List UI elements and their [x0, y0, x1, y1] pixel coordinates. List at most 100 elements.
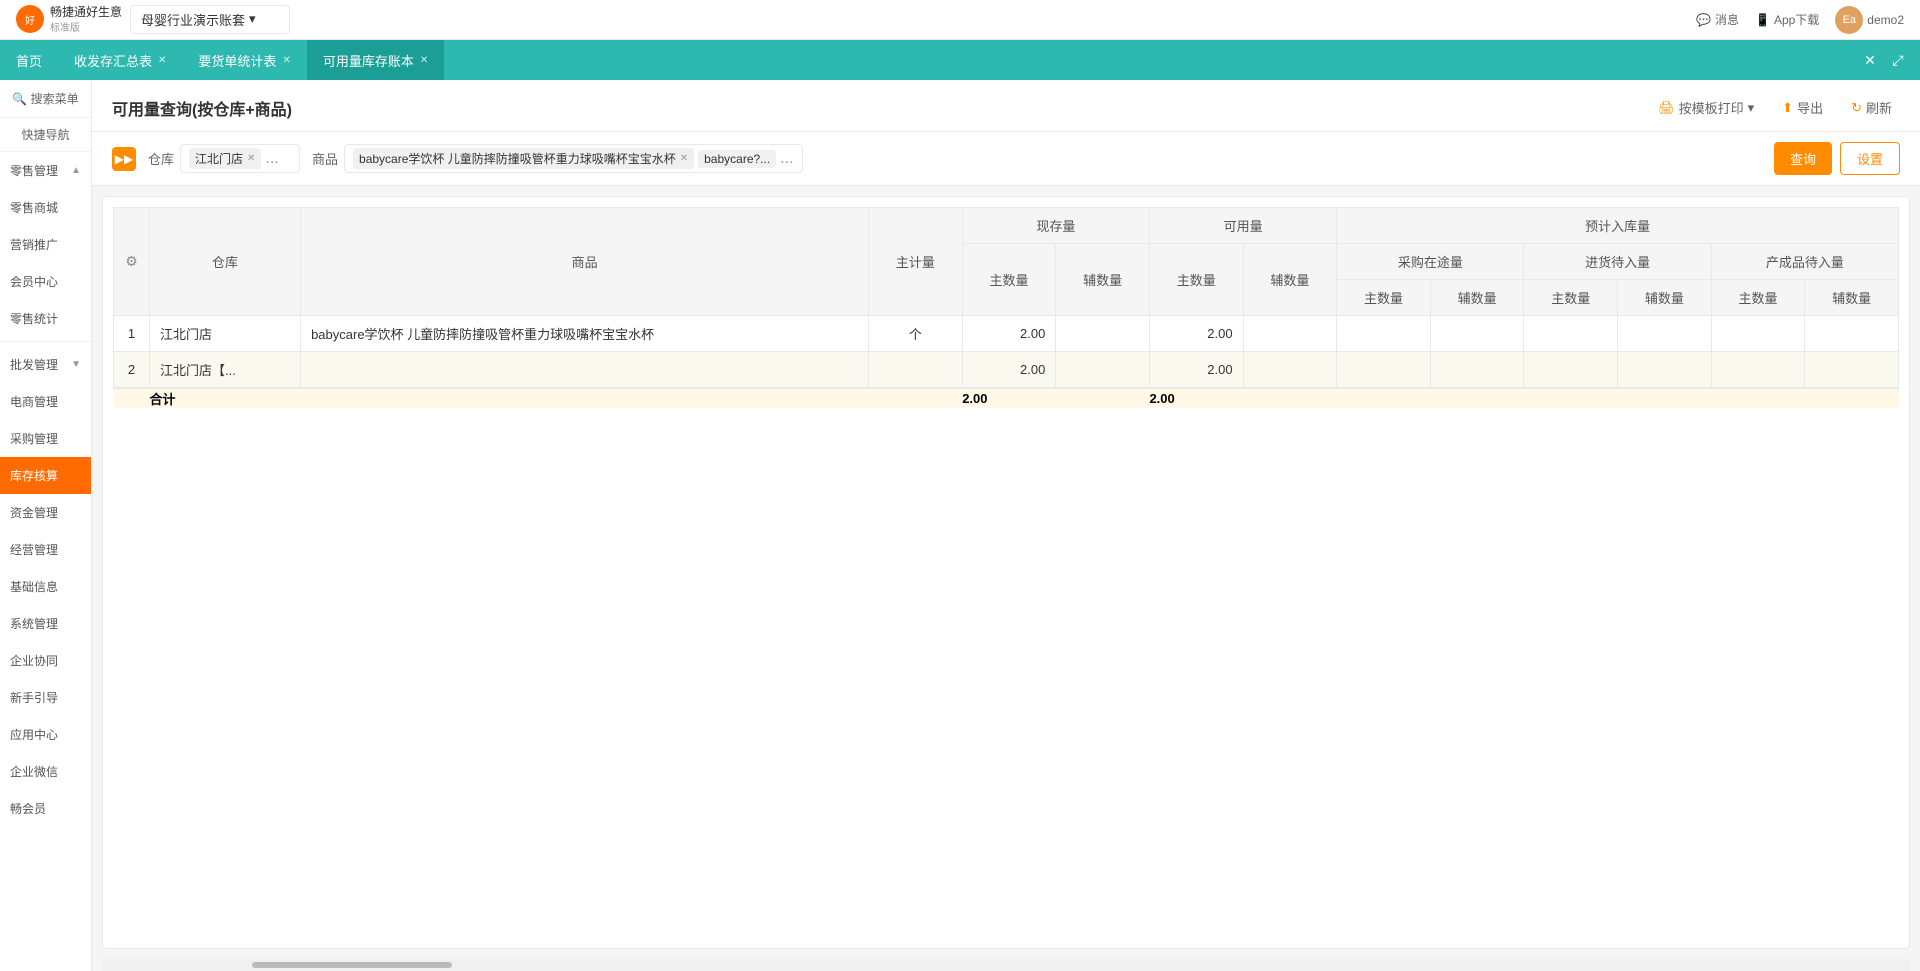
dropdown-arrow: ▾: [249, 11, 256, 27]
sidebar-item-new-guide[interactable]: 新手引导: [0, 679, 91, 716]
row2-unit: [869, 352, 963, 389]
product-tag1-text: babycare学饮杯 儿童防摔防撞吸管杯重力球吸嘴杯宝宝水杯: [359, 150, 676, 167]
sidebar-item-finance[interactable]: 资金管理: [0, 494, 91, 531]
sidebar-item-member2[interactable]: 畅会员: [0, 790, 91, 827]
app-label: App下载: [1774, 11, 1819, 28]
avatar: Ea: [1835, 6, 1863, 34]
sidebar-item-app-center[interactable]: 应用中心: [0, 716, 91, 753]
scroll-thumb[interactable]: [252, 962, 452, 968]
row1-avail-main: 2.00: [1149, 316, 1243, 352]
search-icon: 🔍: [12, 92, 27, 106]
fullscreen-btn[interactable]: ⤢: [1886, 48, 1910, 72]
sidebar-label-app-center: 应用中心: [10, 726, 58, 743]
purchase-transit-header: 采购在途量: [1337, 244, 1524, 280]
sidebar-search[interactable]: 🔍 搜索菜单: [0, 80, 91, 118]
tab-inventory-label: 可用量库存账本: [323, 51, 414, 70]
sidebar-item-zero-retail-mgmt[interactable]: 零售管理 ▲: [0, 152, 91, 189]
warehouse-filter: 仓库 江北门店 ✕ ...: [148, 144, 300, 173]
row2-stock-aux: [1056, 352, 1150, 389]
warehouse-tags[interactable]: 江北门店 ✕ ...: [180, 144, 300, 173]
product-tag2: babycare?...: [698, 150, 776, 168]
chevron-down-icon: ▼: [71, 359, 81, 370]
sidebar-item-zero-retail-shop[interactable]: 零售商城: [0, 189, 91, 226]
product-tag1-close[interactable]: ✕: [680, 153, 688, 164]
sidebar-item-sys-mgmt[interactable]: 系统管理: [0, 605, 91, 642]
tab-inventory-close[interactable]: ✕: [420, 55, 428, 66]
tab-income-close[interactable]: ✕: [158, 55, 166, 66]
gear-header[interactable]: ⚙: [114, 208, 150, 316]
filter-actions: 查询 设置: [1774, 142, 1900, 175]
row2-warehouse: 江北门店【...: [150, 352, 301, 389]
finished-pending-aux: 辅数量: [1805, 280, 1899, 316]
close-all-btn[interactable]: ✕: [1858, 48, 1882, 72]
row2-fp-aux: [1805, 352, 1899, 389]
tab-income[interactable]: 收发存汇总表 ✕: [58, 40, 182, 80]
message-icon: 💬: [1696, 13, 1711, 27]
settings-btn[interactable]: 设置: [1840, 142, 1900, 175]
row1-no: 1: [114, 316, 150, 352]
row1-ip-main: [1524, 316, 1618, 352]
current-stock-header: 现存量: [962, 208, 1149, 244]
main-layout: 🔍 搜索菜单 快捷导航 零售管理 ▲ 零售商城 营销推广 会员中心 零售统计 批…: [0, 80, 1920, 971]
row2-avail-aux: [1243, 352, 1337, 389]
warehouse-more[interactable]: ...: [265, 150, 278, 168]
unit-header: 主计量: [869, 208, 963, 316]
company-select[interactable]: 母婴行业演示账套 ▾: [130, 5, 290, 34]
app-download-action[interactable]: 📱 App下载: [1755, 11, 1819, 28]
sidebar-item-purchase[interactable]: 采购管理: [0, 420, 91, 457]
sidebar-item-base-info[interactable]: 基础信息: [0, 568, 91, 605]
sidebar-item-member[interactable]: 会员中心: [0, 263, 91, 300]
tab-home[interactable]: 首页: [0, 40, 58, 80]
sidebar-label-sys-mgmt: 系统管理: [10, 615, 58, 632]
scroll-bar[interactable]: [102, 959, 1910, 971]
sidebar-item-marketing[interactable]: 营销推广: [0, 226, 91, 263]
refresh-label: 刷新: [1866, 98, 1892, 117]
table-row: 1 江北门店 babycare学饮杯 儿童防摔防撞吸管杯重力球吸嘴杯宝宝水杯 个…: [114, 316, 1899, 352]
total-blank2: [301, 388, 869, 408]
sidebar-item-enterprise-wechat[interactable]: 企业微信: [0, 753, 91, 790]
sidebar-item-retail-stats[interactable]: 零售统计: [0, 300, 91, 337]
table-header-row1: ⚙ 仓库 商品 主计量 现存量: [114, 208, 1899, 244]
sidebar-label-retail-stats: 零售统计: [10, 310, 58, 327]
product-filter: 商品 babycare学饮杯 儿童防摔防撞吸管杯重力球吸嘴杯宝宝水杯 ✕ bab…: [312, 144, 803, 173]
sidebar-label-inventory-check: 库存核算: [10, 467, 58, 484]
tab-inventory[interactable]: 可用量库存账本 ✕: [307, 40, 444, 80]
total-blank1: [114, 388, 150, 408]
sidebar-item-wholesale-mgmt[interactable]: 批发管理 ▼: [0, 346, 91, 383]
row1-unit: 个: [869, 316, 963, 352]
warehouse-tag-close[interactable]: ✕: [247, 153, 255, 164]
sidebar-item-operations[interactable]: 经营管理: [0, 531, 91, 568]
nav-tabs: 首页 收发存汇总表 ✕ 要货单统计表 ✕ 可用量库存账本 ✕ ✕ ⤢: [0, 40, 1920, 80]
product-tags[interactable]: babycare学饮杯 儿童防摔防撞吸管杯重力球吸嘴杯宝宝水杯 ✕ babyca…: [344, 144, 802, 173]
product-more[interactable]: ...: [780, 150, 793, 168]
sidebar-item-ecommerce[interactable]: 电商管理: [0, 383, 91, 420]
export-btn[interactable]: ⬆ 导出: [1774, 94, 1831, 121]
query-btn[interactable]: 查询: [1774, 142, 1832, 175]
sidebar-label-member2: 畅会员: [10, 800, 46, 817]
table-settings-icon[interactable]: ⚙: [125, 253, 138, 269]
row1-stock-main: 2.00: [962, 316, 1056, 352]
row1-product: babycare学饮杯 儿童防摔防撞吸管杯重力球吸嘴杯宝宝水杯: [301, 316, 869, 352]
top-bar-right: 💬 消息 📱 App下载 Ea demo2: [1696, 6, 1904, 34]
logo-texts: 畅捷通好生意 标准版: [50, 5, 122, 34]
refresh-btn[interactable]: ↻ 刷新: [1843, 94, 1900, 121]
product-tag1: babycare学饮杯 儿童防摔防撞吸管杯重力球吸嘴杯宝宝水杯 ✕: [353, 148, 694, 169]
filter-expand-btn[interactable]: ▶▶: [112, 147, 136, 171]
row2-ip-aux: [1618, 352, 1712, 389]
user-action[interactable]: Ea demo2: [1835, 6, 1904, 34]
content: 可用量查询(按仓库+商品) 🖨 按模板打印 ▾ ⬆ 导出 ↻ 刷新 ▶▶: [92, 80, 1920, 971]
stock-main-header: 主数量: [962, 244, 1056, 316]
sidebar-item-inventory-check[interactable]: 库存核算: [0, 457, 91, 494]
message-action[interactable]: 💬 消息: [1696, 11, 1739, 28]
tab-order-close[interactable]: ✕: [282, 55, 290, 66]
sidebar-item-enterprise[interactable]: 企业协同: [0, 642, 91, 679]
logo-area: 好 畅捷通好生意 标准版: [16, 5, 122, 34]
total-ip-aux: [1618, 388, 1712, 408]
sidebar: 🔍 搜索菜单 快捷导航 零售管理 ▲ 零售商城 营销推广 会员中心 零售统计 批…: [0, 80, 92, 971]
sidebar-label-ecommerce: 电商管理: [10, 393, 58, 410]
print-btn[interactable]: 🖨 按模板打印 ▾: [1650, 94, 1762, 121]
tab-order[interactable]: 要货单统计表 ✕: [182, 40, 306, 80]
quick-nav[interactable]: 快捷导航: [0, 118, 91, 152]
sidebar-label-wholesale-mgmt: 批发管理: [10, 356, 58, 373]
avail-main-header: 主数量: [1149, 244, 1243, 316]
